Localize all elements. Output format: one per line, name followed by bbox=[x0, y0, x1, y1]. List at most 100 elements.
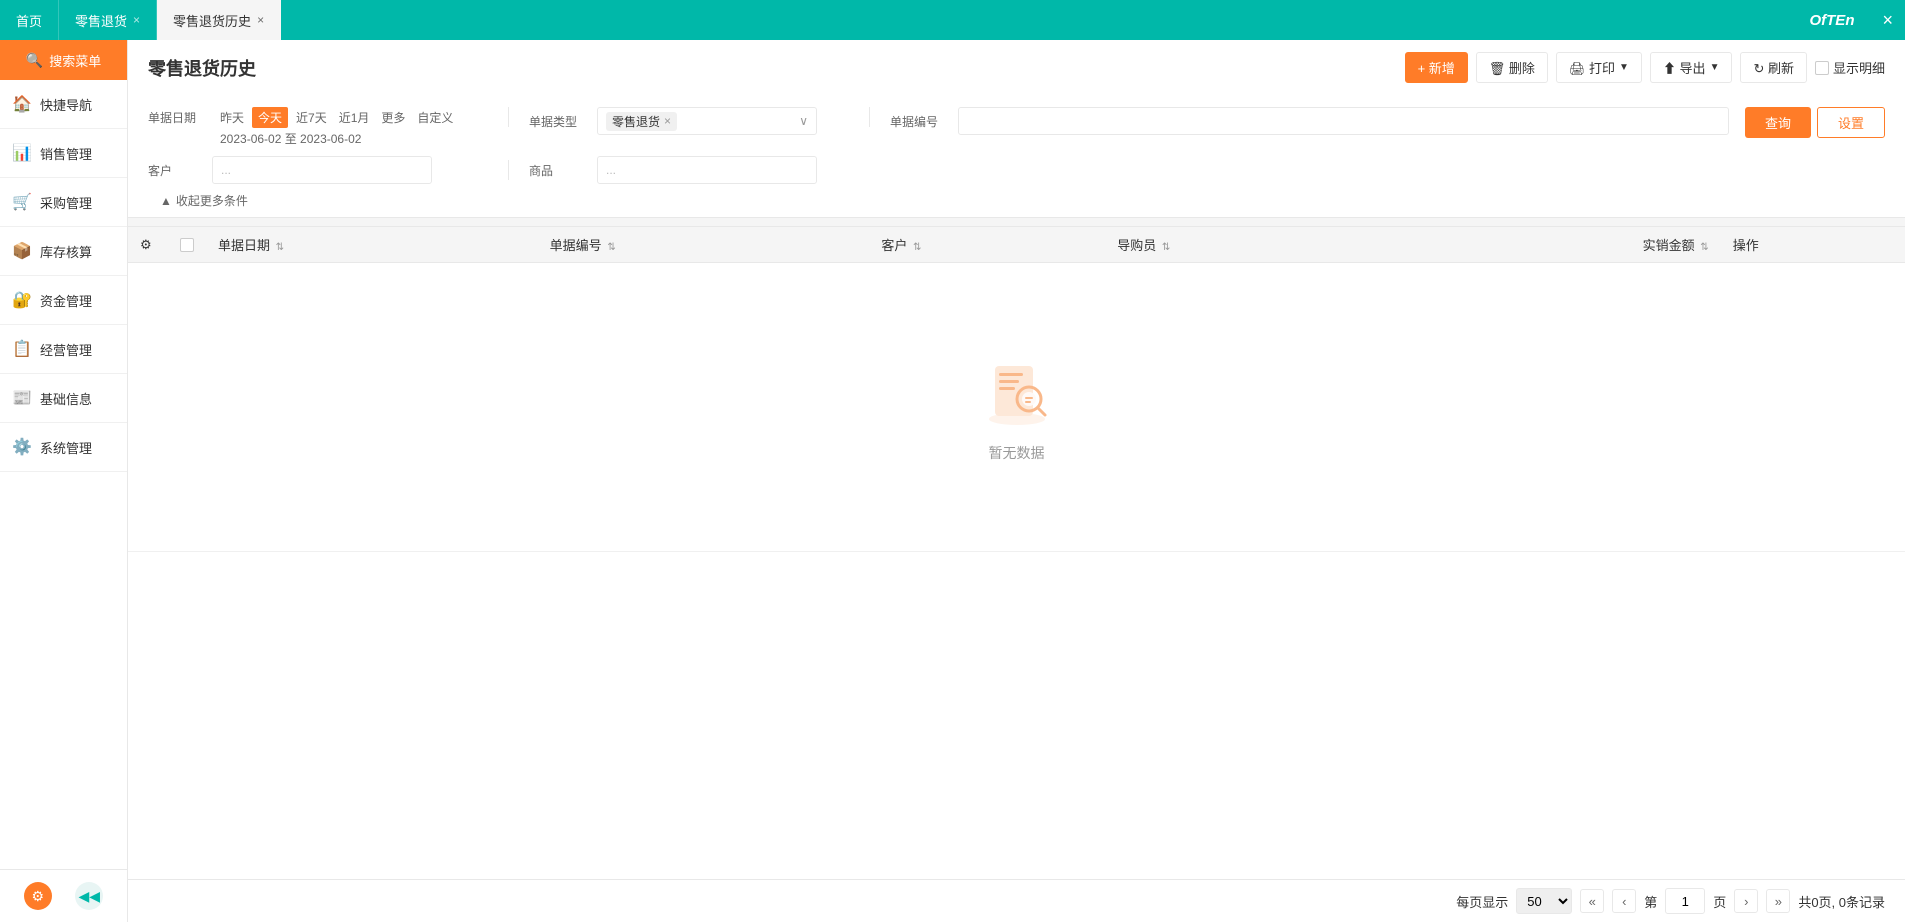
select-all-checkbox[interactable] bbox=[180, 238, 194, 252]
tab-retail-return-history-close[interactable]: × bbox=[257, 13, 264, 27]
tab-retail-return-history[interactable]: 零售退货历史 × bbox=[157, 0, 281, 40]
export-button[interactable]: ⬆ 导出 ▼ bbox=[1650, 52, 1733, 83]
code-filter-label: 单据编号 bbox=[890, 113, 950, 130]
show-detail-checkbox[interactable] bbox=[1815, 61, 1829, 75]
collapse-filter-btn[interactable]: ▲ 收起更多条件 bbox=[148, 188, 1885, 217]
home-icon: 🏠 bbox=[12, 94, 32, 114]
filter-row-2: 客户 ... 商品 ... bbox=[148, 156, 1885, 188]
type-filter-tag-close[interactable]: × bbox=[664, 114, 671, 128]
page-last-icon: » bbox=[1775, 894, 1782, 909]
th-code-sort[interactable]: ⇅ bbox=[607, 242, 615, 253]
sidebar-item-sales-mgmt[interactable]: 📊 销售管理 bbox=[0, 129, 127, 178]
show-detail-toggle[interactable]: 显示明细 bbox=[1815, 58, 1885, 77]
empty-cell: 暂无数据 bbox=[128, 263, 1905, 552]
customer-placeholder: ... bbox=[221, 163, 231, 177]
th-checkbox[interactable] bbox=[168, 227, 206, 263]
date-opt-7days[interactable]: 近7天 bbox=[292, 107, 331, 128]
th-date[interactable]: 单据日期 ⇅ bbox=[206, 227, 538, 263]
toolbar: + 新增 🗑 删除 🖨 打印 ▼ ⬆ 导出 ▼ ↻ 刷新 bbox=[1405, 52, 1885, 83]
top-bar-right: OfTEn bbox=[1809, 12, 1870, 29]
type-filter-tag: 零售退货 × bbox=[606, 112, 677, 131]
empty-illustration bbox=[977, 351, 1057, 431]
system-icon: ⚙️ bbox=[12, 437, 32, 457]
product-placeholder: ... bbox=[606, 163, 616, 177]
delete-button[interactable]: 🗑 删除 bbox=[1476, 52, 1548, 83]
sidebar-search-btn[interactable]: 🔍 搜索菜单 bbox=[0, 40, 127, 80]
date-opt-yesterday[interactable]: 昨天 bbox=[216, 107, 248, 128]
sales-icon: 📊 bbox=[12, 143, 32, 163]
empty-row: 暂无数据 bbox=[128, 263, 1905, 552]
table-body: 暂无数据 bbox=[128, 263, 1905, 552]
sidebar-item-system-mgmt-label: 系统管理 bbox=[40, 438, 92, 457]
table-header-row: ⚙ 单据日期 ⇅ 单据编号 ⇅ bbox=[128, 227, 1905, 263]
sidebar-item-finance-mgmt[interactable]: 🔐 资金管理 bbox=[0, 276, 127, 325]
page-prev-btn[interactable]: ‹ bbox=[1612, 889, 1636, 913]
sidebar-item-basic-info[interactable]: 📰 基础信息 bbox=[0, 374, 127, 423]
code-filter-input[interactable] bbox=[958, 107, 1729, 135]
inventory-icon: 📦 bbox=[12, 241, 32, 261]
product-filter-select[interactable]: ... bbox=[597, 156, 817, 184]
page-first-btn[interactable]: « bbox=[1580, 889, 1604, 913]
sidebar-item-inventory-calc[interactable]: 📦 库存核算 bbox=[0, 227, 127, 276]
type-filter-select[interactable]: 零售退货 × ∨ bbox=[597, 107, 817, 135]
query-button[interactable]: 查询 bbox=[1745, 107, 1811, 138]
th-customer-sort[interactable]: ⇅ bbox=[913, 242, 921, 253]
sidebar-item-quick-nav[interactable]: 🏠 快捷导航 bbox=[0, 80, 127, 129]
page-size-select[interactable]: 50 100 200 bbox=[1516, 888, 1572, 914]
th-guide-sort[interactable]: ⇅ bbox=[1162, 242, 1170, 253]
page-first-icon: « bbox=[1589, 894, 1596, 909]
page-prev-icon: ‹ bbox=[1622, 894, 1626, 909]
sidebar-settings-icon[interactable]: ⚙ bbox=[24, 882, 52, 910]
th-action: 操作 bbox=[1721, 227, 1905, 263]
empty-state: 暂无数据 bbox=[140, 271, 1893, 543]
print-button[interactable]: 🖨 打印 ▼ bbox=[1556, 52, 1642, 83]
date-opt-custom[interactable]: 自定义 bbox=[413, 107, 457, 128]
page-header: 零售退货历史 + 新增 🗑 删除 🖨 打印 ▼ ⬆ 导出 ▼ bbox=[128, 40, 1905, 218]
page-suffix-label: 页 bbox=[1713, 892, 1726, 911]
add-button[interactable]: + 新增 bbox=[1405, 52, 1468, 83]
sidebar-item-finance-mgmt-label: 资金管理 bbox=[40, 291, 92, 310]
sidebar-item-purchase-mgmt[interactable]: 🛒 采购管理 bbox=[0, 178, 127, 227]
refresh-button[interactable]: ↻ 刷新 bbox=[1740, 52, 1807, 83]
th-customer-label: 客户 bbox=[881, 238, 907, 253]
finance-icon: 🔐 bbox=[12, 290, 32, 310]
delete-button-label: 🗑 删除 bbox=[1489, 58, 1535, 77]
th-amount[interactable]: 实销金额 ⇅ bbox=[1389, 227, 1721, 263]
th-amount-sort[interactable]: ⇅ bbox=[1700, 242, 1708, 253]
page-next-icon: › bbox=[1744, 894, 1748, 909]
th-guide[interactable]: 导购员 ⇅ bbox=[1105, 227, 1389, 263]
add-button-label: + 新增 bbox=[1418, 58, 1455, 77]
top-bar: 首页 零售退货 × 零售退货历史 × OfTEn × bbox=[0, 0, 1905, 40]
th-code[interactable]: 单据编号 ⇅ bbox=[538, 227, 870, 263]
page-title-row: 零售退货历史 + 新增 🗑 删除 🖨 打印 ▼ ⬆ 导出 ▼ bbox=[148, 52, 1885, 83]
type-filter-tag-value: 零售退货 bbox=[612, 113, 660, 130]
tab-retail-return-close[interactable]: × bbox=[133, 13, 140, 27]
date-opt-1month[interactable]: 近1月 bbox=[335, 107, 374, 128]
purchase-icon: 🛒 bbox=[12, 192, 32, 212]
close-window-btn[interactable]: × bbox=[1870, 10, 1905, 31]
type-filter-label: 单据类型 bbox=[529, 113, 589, 130]
tab-retail-return[interactable]: 零售退货 × bbox=[59, 0, 157, 40]
tab-home[interactable]: 首页 bbox=[0, 0, 59, 40]
sidebar-item-purchase-mgmt-label: 采购管理 bbox=[40, 193, 92, 212]
page-go-label: 第 bbox=[1644, 892, 1657, 911]
settings-button[interactable]: 设置 bbox=[1817, 107, 1885, 138]
date-options: 昨天 今天 近7天 近1月 更多 自定义 bbox=[216, 107, 457, 128]
th-customer[interactable]: 客户 ⇅ bbox=[869, 227, 1105, 263]
table-head: ⚙ 单据日期 ⇅ 单据编号 ⇅ bbox=[128, 227, 1905, 263]
settings-gear-icon[interactable]: ⚙ bbox=[140, 237, 152, 252]
page-next-btn[interactable]: › bbox=[1734, 889, 1758, 913]
sidebar-item-system-mgmt[interactable]: ⚙️ 系统管理 bbox=[0, 423, 127, 472]
page-last-btn[interactable]: » bbox=[1766, 889, 1790, 913]
sidebar-item-operation-mgmt[interactable]: 📋 经营管理 bbox=[0, 325, 127, 374]
sidebar-volume-icon[interactable]: ◀◀ bbox=[75, 882, 103, 910]
refresh-button-label: ↻ 刷新 bbox=[1753, 58, 1794, 77]
th-date-sort[interactable]: ⇅ bbox=[276, 242, 284, 253]
date-opt-today[interactable]: 今天 bbox=[252, 107, 288, 128]
page-input[interactable] bbox=[1665, 888, 1705, 914]
page-title: 零售退货历史 bbox=[148, 55, 256, 81]
tab-retail-return-history-label: 零售退货历史 bbox=[173, 11, 251, 30]
th-settings[interactable]: ⚙ bbox=[128, 227, 168, 263]
customer-filter-select[interactable]: ... bbox=[212, 156, 432, 184]
date-opt-more[interactable]: 更多 bbox=[377, 107, 409, 128]
